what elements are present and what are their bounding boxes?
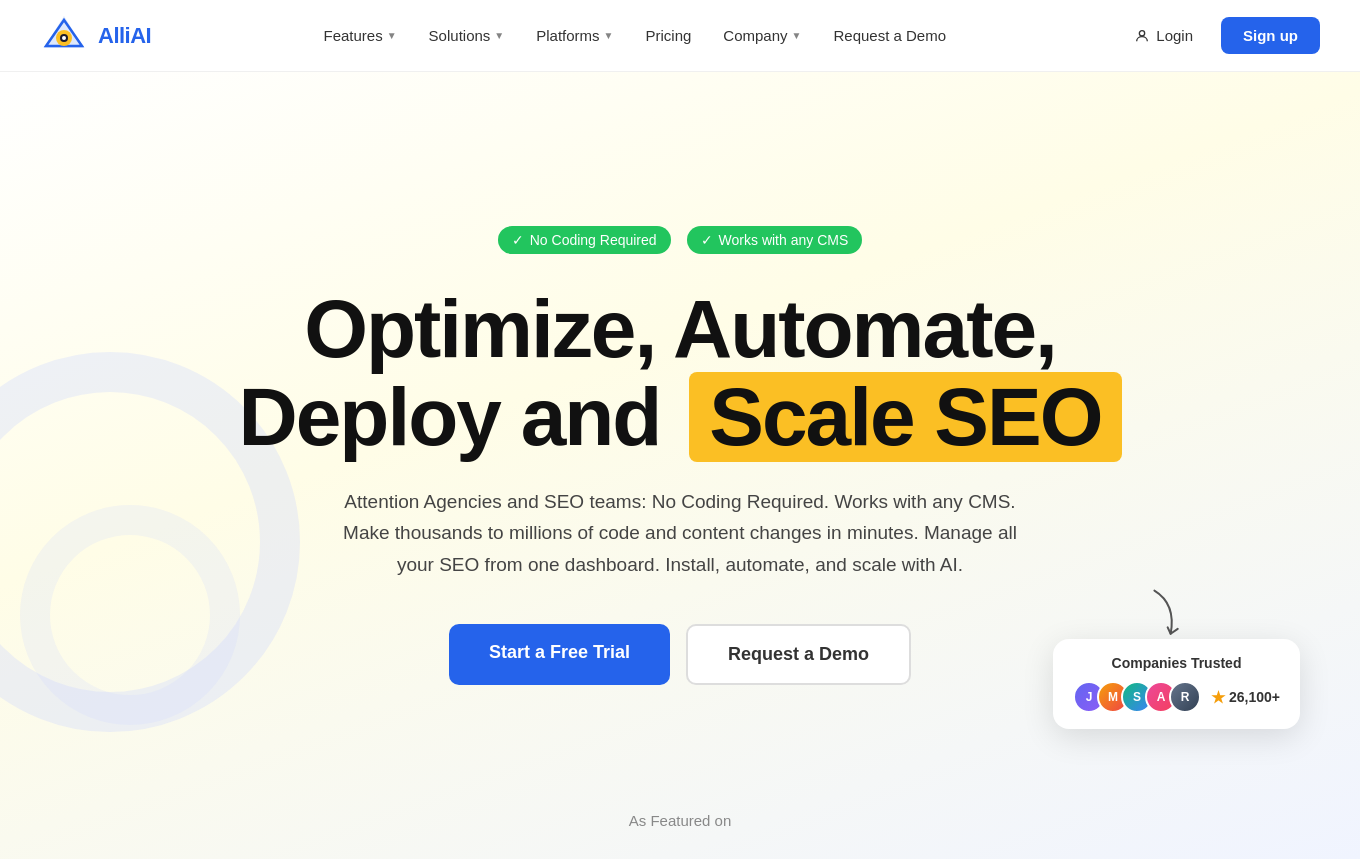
badge-any-cms: ✓ Works with any CMS [687,226,863,254]
check-icon: ✓ [512,232,524,248]
featured-label: As Featured on [629,812,732,829]
nav-item-request-demo[interactable]: Request a Demo [819,19,960,52]
logo-icon [40,12,88,60]
hero-highlight: Scale SEO [689,372,1121,462]
nav-item-features[interactable]: Features ▼ [310,19,411,52]
logo[interactable]: AlliAI [40,12,151,60]
nav-item-solutions[interactable]: Solutions ▼ [415,19,519,52]
chevron-down-icon: ▼ [604,30,614,41]
nav-item-company[interactable]: Company ▼ [709,19,815,52]
avatar: R [1169,681,1201,713]
nav-item-pricing[interactable]: Pricing [632,19,706,52]
chevron-down-icon: ▼ [387,30,397,41]
hero-headline: Optimize, Automate, Deploy and Scale SEO [239,286,1122,462]
avatar-group: J M S A R [1073,681,1201,713]
logo-text: AlliAI [98,23,151,49]
badge-no-coding: ✓ No Coding Required [498,226,671,254]
chevron-down-icon: ▼ [494,30,504,41]
star-rating: ★ 26,100+ [1211,688,1280,707]
navbar: AlliAI Features ▼ Solutions ▼ Platforms … [0,0,1360,72]
hero-section: ✓ No Coding Required ✓ Works with any CM… [0,72,1360,859]
hero-badges: ✓ No Coding Required ✓ Works with any CM… [498,226,863,254]
nav-actions: Login Sign up [1118,17,1320,54]
login-button[interactable]: Login [1118,19,1209,52]
svg-point-5 [1140,30,1145,35]
user-icon [1134,28,1150,44]
star-icon: ★ [1211,688,1225,707]
social-proof-card: Companies Trusted J M S A R ★ 26,100+ [1053,639,1300,729]
chevron-down-icon: ▼ [792,30,802,41]
nav-item-platforms[interactable]: Platforms ▼ [522,19,627,52]
request-demo-button[interactable]: Request a Demo [686,624,911,685]
check-icon: ✓ [701,232,713,248]
svg-point-4 [62,36,66,40]
nav-links: Features ▼ Solutions ▼ Platforms ▼ Prici… [310,19,961,52]
hero-subtext: Attention Agencies and SEO teams: No Cod… [340,486,1020,580]
social-proof-row: J M S A R ★ 26,100+ [1073,681,1280,713]
hero-cta: Start a Free Trial Request a Demo [449,624,911,685]
start-free-trial-button[interactable]: Start a Free Trial [449,624,670,685]
signup-button[interactable]: Sign up [1221,17,1320,54]
